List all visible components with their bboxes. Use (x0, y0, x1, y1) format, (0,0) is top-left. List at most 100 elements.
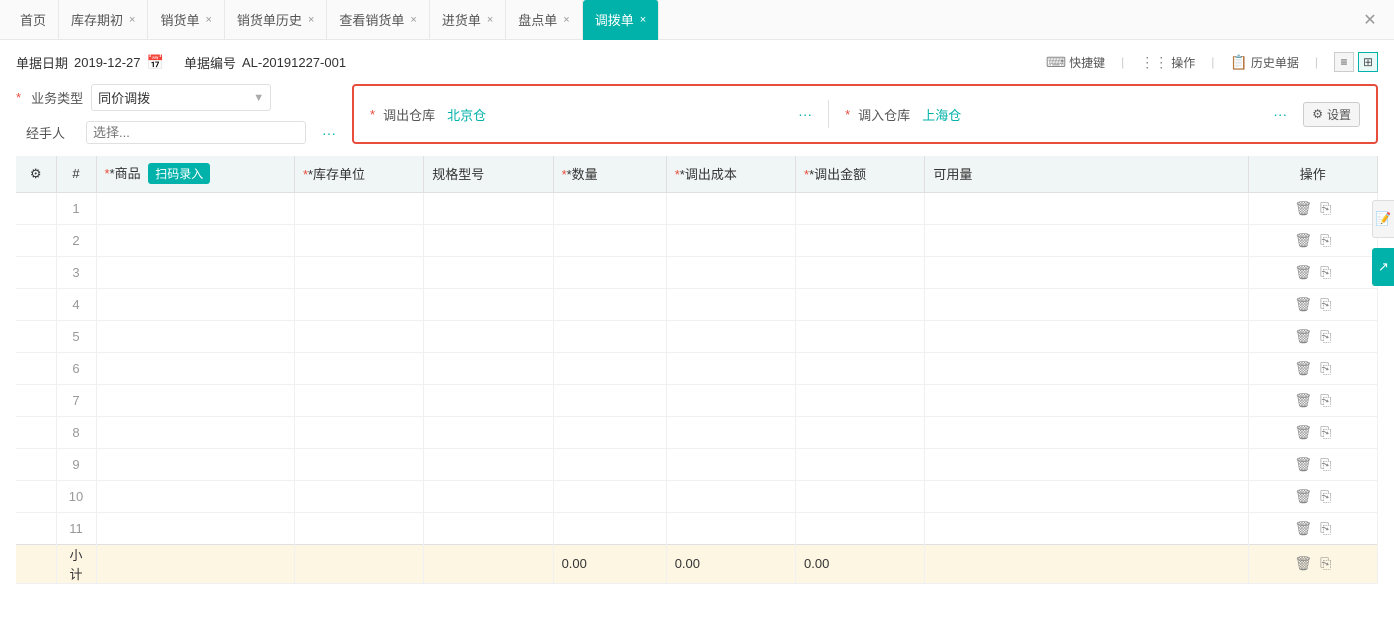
cell-avail[interactable] (925, 320, 1248, 352)
cell-product[interactable] (96, 320, 294, 352)
transfer-out-value[interactable]: 北京仓 (447, 105, 486, 124)
copy-icon[interactable]: ⎘ (1320, 520, 1331, 537)
cell-product[interactable] (96, 448, 294, 480)
cell-cost[interactable] (666, 384, 795, 416)
cell-amount[interactable] (796, 512, 925, 544)
cell-qty[interactable] (553, 320, 666, 352)
tab-transfer-order[interactable]: 调拨单 × (583, 0, 659, 40)
tab-sales-history[interactable]: 销货单历史 × (225, 0, 327, 40)
tab-inventory-check[interactable]: 盘点单 × (506, 0, 582, 40)
cell-avail[interactable] (925, 512, 1248, 544)
cell-amount[interactable] (796, 288, 925, 320)
delete-icon[interactable]: 🗑 (1294, 424, 1312, 441)
tab-home[interactable]: 首页 (8, 0, 59, 40)
delete-icon[interactable]: 🗑 (1294, 456, 1312, 473)
copy-icon[interactable]: ⎘ (1320, 456, 1331, 473)
cell-spec[interactable] (424, 416, 553, 448)
cell-qty[interactable] (553, 480, 666, 512)
cell-unit[interactable] (294, 224, 423, 256)
cell-spec[interactable] (424, 192, 553, 224)
settings-button[interactable]: ⚙ 设置 (1303, 102, 1360, 127)
cell-unit[interactable] (294, 352, 423, 384)
tab-inventory-init[interactable]: 库存期初 × (59, 0, 148, 40)
cell-product[interactable] (96, 192, 294, 224)
window-close-button[interactable]: ✕ (1354, 4, 1386, 36)
panel-note-button[interactable]: 📝 (1372, 200, 1394, 238)
cell-product[interactable] (96, 224, 294, 256)
cell-amount[interactable] (796, 352, 925, 384)
cell-amount[interactable] (796, 256, 925, 288)
cell-cost[interactable] (666, 320, 795, 352)
cell-cost[interactable] (666, 288, 795, 320)
cell-unit[interactable] (294, 256, 423, 288)
shortcut-key-button[interactable]: ⌨ 快捷键 (1046, 54, 1105, 71)
cell-amount[interactable] (796, 416, 925, 448)
cell-qty[interactable] (553, 512, 666, 544)
subtotal-delete-icon[interactable]: 🗑 (1294, 555, 1312, 572)
cell-unit[interactable] (294, 512, 423, 544)
calendar-icon[interactable]: 📅 (147, 54, 164, 71)
cell-avail[interactable] (925, 416, 1248, 448)
tab-view-sales[interactable]: 查看销货单 × (327, 0, 429, 40)
delete-icon[interactable]: 🗑 (1294, 520, 1312, 537)
tab-view-sales-close[interactable]: × (410, 14, 416, 26)
tab-purchase-order-close[interactable]: × (487, 14, 493, 26)
tab-inventory-check-close[interactable]: × (563, 14, 569, 26)
tab-sales-order-close[interactable]: × (205, 14, 211, 26)
delete-icon[interactable]: 🗑 (1294, 360, 1312, 377)
delete-icon[interactable]: 🗑 (1294, 200, 1312, 217)
copy-icon[interactable]: ⎘ (1320, 424, 1331, 441)
cell-avail[interactable] (925, 480, 1248, 512)
gear-settings-icon[interactable]: ⚙ (30, 166, 42, 181)
delete-icon[interactable]: 🗑 (1294, 232, 1312, 249)
cell-qty[interactable] (553, 192, 666, 224)
cell-qty[interactable] (553, 224, 666, 256)
cell-cost[interactable] (666, 416, 795, 448)
cell-spec[interactable] (424, 512, 553, 544)
history-button[interactable]: 📋 历史单据 (1230, 54, 1298, 71)
cell-spec[interactable] (424, 320, 553, 352)
business-type-select[interactable]: 同价调拨 ▼ (91, 84, 271, 111)
handler-more-icon[interactable]: ··· (322, 125, 336, 141)
transfer-in-more[interactable]: ··· (1273, 106, 1287, 122)
delete-icon[interactable]: 🗑 (1294, 264, 1312, 281)
cell-avail[interactable] (925, 448, 1248, 480)
cell-qty[interactable] (553, 352, 666, 384)
cell-amount[interactable] (796, 384, 925, 416)
copy-icon[interactable]: ⎘ (1320, 360, 1331, 377)
tab-purchase-order[interactable]: 进货单 × (430, 0, 506, 40)
cell-unit[interactable] (294, 448, 423, 480)
cell-cost[interactable] (666, 448, 795, 480)
cell-avail[interactable] (925, 352, 1248, 384)
subtotal-copy-icon[interactable]: ⎘ (1320, 555, 1331, 572)
delete-icon[interactable]: 🗑 (1294, 392, 1312, 409)
cell-spec[interactable] (424, 288, 553, 320)
cell-product[interactable] (96, 352, 294, 384)
cell-avail[interactable] (925, 256, 1248, 288)
cell-avail[interactable] (925, 384, 1248, 416)
layout-grid-button[interactable]: ⊞ (1358, 52, 1378, 72)
cell-unit[interactable] (294, 320, 423, 352)
cell-amount[interactable] (796, 480, 925, 512)
cell-spec[interactable] (424, 224, 553, 256)
cell-cost[interactable] (666, 512, 795, 544)
cell-spec[interactable] (424, 384, 553, 416)
cell-qty[interactable] (553, 288, 666, 320)
cell-cost[interactable] (666, 352, 795, 384)
cell-avail[interactable] (925, 288, 1248, 320)
th-gear[interactable]: ⚙ (16, 156, 56, 192)
layout-list-button[interactable]: ≡ (1334, 52, 1354, 72)
tab-sales-history-close[interactable]: × (308, 14, 314, 26)
tab-sales-order[interactable]: 销货单 × (148, 0, 224, 40)
copy-icon[interactable]: ⎘ (1320, 296, 1331, 313)
cell-cost[interactable] (666, 256, 795, 288)
cell-spec[interactable] (424, 480, 553, 512)
cell-unit[interactable] (294, 416, 423, 448)
cell-qty[interactable] (553, 448, 666, 480)
cell-spec[interactable] (424, 352, 553, 384)
copy-icon[interactable]: ⎘ (1320, 264, 1331, 281)
cell-product[interactable] (96, 256, 294, 288)
copy-icon[interactable]: ⎘ (1320, 232, 1331, 249)
cell-amount[interactable] (796, 192, 925, 224)
cell-product[interactable] (96, 480, 294, 512)
